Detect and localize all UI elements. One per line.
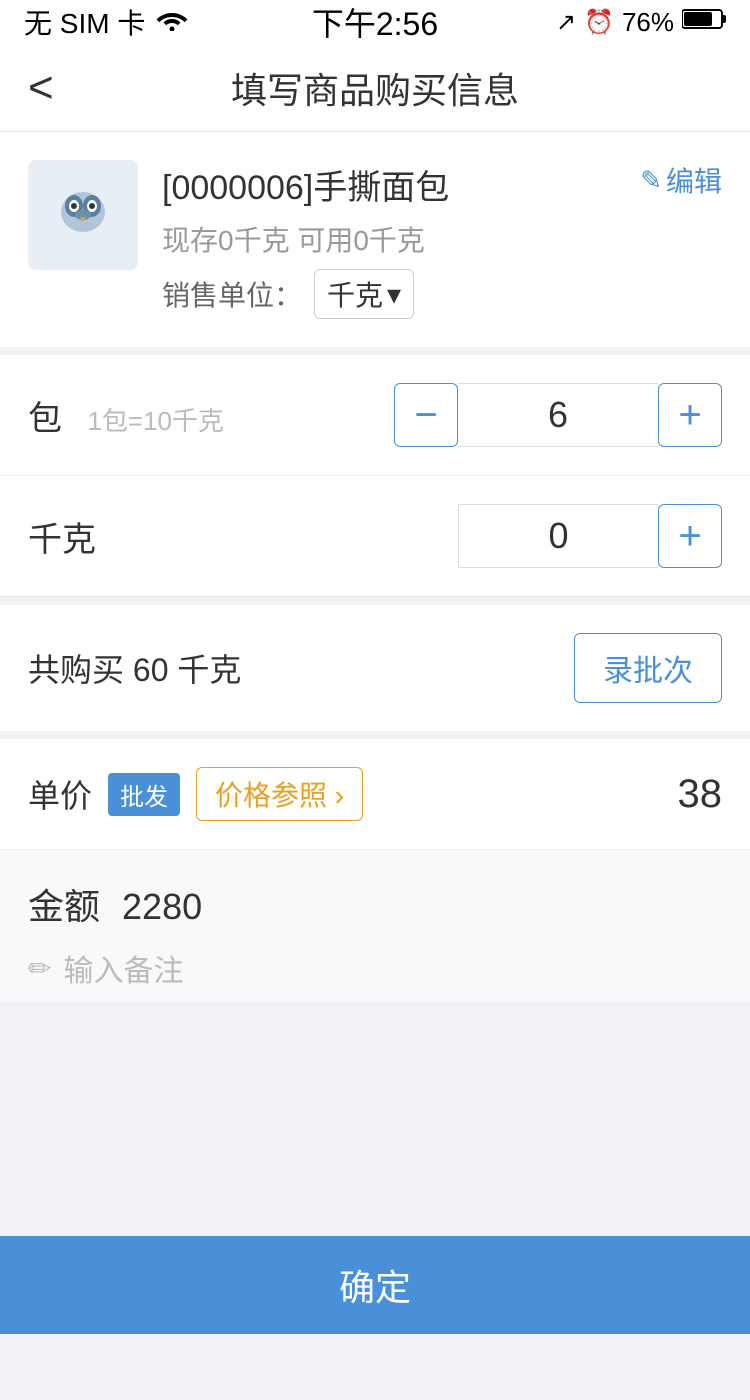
product-info: [0000006]手撕面包 现存0千克 可用0千克 销售单位： 千克 ▾ [162, 160, 616, 319]
quantity-row-bao: 包 1包=10千克 − + [0, 355, 750, 476]
qty-controls-bao: − + [394, 383, 722, 447]
product-icon [48, 174, 118, 256]
status-right: ↗ ⏰ 76% [556, 7, 726, 38]
summary-text: 共购买 60 千克 [28, 645, 241, 691]
nav-bar: < 填写商品购买信息 [0, 44, 750, 132]
carrier-label: 无 SIM 卡 [24, 2, 145, 42]
product-name: [0000006]手撕面包 [162, 160, 616, 209]
quantity-section: 包 1包=10千克 − + 千克 + [0, 355, 750, 597]
qty-label-bao: 包 1包=10千克 [28, 391, 394, 440]
quantity-row-kg: 千克 + [0, 476, 750, 596]
alarm-icon: ⏰ [584, 8, 614, 37]
increment-button-kg[interactable]: + [658, 504, 722, 568]
note-row[interactable]: ✏ 输入备注 [28, 946, 722, 990]
unit-select[interactable]: 千克 ▾ [314, 269, 414, 319]
back-button[interactable]: < [28, 63, 54, 113]
location-icon: ↗ [556, 8, 576, 37]
qty-input-bao[interactable] [458, 383, 658, 447]
qty-label-kg: 千克 [28, 512, 458, 561]
confirm-button[interactable]: 确定 [0, 1236, 750, 1334]
qty-controls-kg: + [458, 504, 722, 568]
wifi-icon [155, 6, 189, 38]
amount-label: 金额 [28, 886, 100, 927]
qty-input-kg[interactable] [458, 504, 658, 568]
battery-icon [682, 7, 726, 38]
status-bar: 无 SIM 卡 下午2:56 ↗ ⏰ 76% [0, 0, 750, 44]
page-title: 填写商品购买信息 [231, 62, 519, 114]
unit-label: 销售单位： [162, 274, 302, 314]
amount-value: 2280 [122, 886, 202, 927]
amount-row: 金额 2280 [28, 878, 722, 930]
qty-hint-bao: 1包=10千克 [87, 406, 224, 436]
product-unit: 销售单位： 千克 ▾ [162, 269, 616, 319]
price-section: 单价 批发 价格参照 › 38 [0, 739, 750, 850]
increment-button-bao[interactable]: + [658, 383, 722, 447]
edit-button[interactable]: ✎ 编辑 [640, 160, 722, 200]
price-ref-button[interactable]: 价格参照 › [196, 767, 363, 821]
edit-icon: ✎ [640, 165, 662, 196]
status-time: 下午2:56 [312, 0, 438, 45]
battery-label: 76% [622, 7, 674, 38]
decrement-button-bao[interactable]: − [394, 383, 458, 447]
product-thumbnail [28, 160, 138, 270]
edit-label: 编辑 [666, 160, 722, 200]
dropdown-icon: ▾ [387, 278, 401, 311]
summary-section: 共购买 60 千克 录批次 [0, 597, 750, 739]
price-value: 38 [678, 772, 723, 817]
amount-section: 金额 2280 ✏ 输入备注 [0, 850, 750, 1002]
product-stock: 现存0千克 可用0千克 [162, 219, 616, 259]
status-left: 无 SIM 卡 [24, 2, 189, 42]
note-placeholder: 输入备注 [63, 946, 183, 990]
price-tag: 批发 [108, 773, 180, 816]
pencil-icon: ✏ [28, 952, 51, 985]
unit-value: 千克 [327, 274, 383, 314]
price-label: 单价 [28, 771, 92, 817]
product-card: [0000006]手撕面包 现存0千克 可用0千克 销售单位： 千克 ▾ ✎ 编… [0, 132, 750, 355]
batch-button[interactable]: 录批次 [574, 633, 722, 703]
